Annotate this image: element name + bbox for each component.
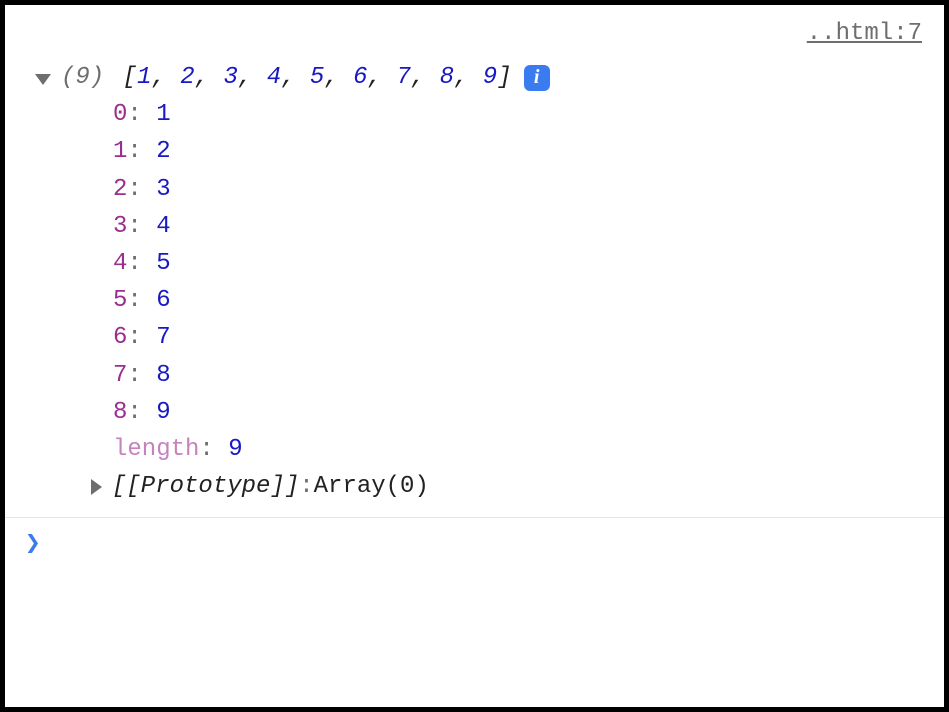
length-value: 9 <box>228 436 242 463</box>
chevron-right-icon: ❯ <box>25 529 41 559</box>
array-entry[interactable]: 4: 5 <box>113 245 924 282</box>
console-output: (9) [1, 2, 3, 4, 5, 6, 7, 8, 9] i 0: 1 1… <box>25 59 924 505</box>
entry-key: 4 <box>113 250 127 277</box>
entry-value: 7 <box>156 324 170 351</box>
source-link[interactable]: ..html:7 <box>807 15 922 52</box>
preview-value: 9 <box>483 64 497 91</box>
entry-value: 5 <box>156 250 170 277</box>
array-entries: 0: 1 1: 2 2: 3 3: 4 4: 5 5: 6 6: 7 7: 8 … <box>35 96 924 468</box>
entry-key: 7 <box>113 362 127 389</box>
array-entry[interactable]: 6: 7 <box>113 319 924 356</box>
prototype-row[interactable]: [[Prototype]]: Array(0) <box>35 468 924 505</box>
open-bracket: [ <box>123 64 137 91</box>
expand-icon[interactable] <box>91 479 102 495</box>
entry-key: 5 <box>113 287 127 314</box>
entry-key: 3 <box>113 213 127 240</box>
entry-value: 1 <box>156 101 170 128</box>
length-key: length <box>113 436 199 463</box>
array-entry[interactable]: 1: 2 <box>113 133 924 170</box>
array-entry[interactable]: 2: 3 <box>113 171 924 208</box>
array-length-entry[interactable]: length: 9 <box>113 431 924 468</box>
entry-value: 3 <box>156 176 170 203</box>
entry-value: 8 <box>156 362 170 389</box>
array-entry[interactable]: 0: 1 <box>113 96 924 133</box>
array-length-count: (9) <box>61 59 104 96</box>
preview-value: 1 <box>137 64 151 91</box>
entry-key: 6 <box>113 324 127 351</box>
preview-value: 7 <box>396 64 410 91</box>
prototype-value: Array(0) <box>314 468 429 505</box>
divider <box>5 517 944 518</box>
entry-key: 2 <box>113 176 127 203</box>
array-entry[interactable]: 3: 4 <box>113 208 924 245</box>
console-prompt[interactable]: ❯ <box>25 524 924 564</box>
entry-key: 8 <box>113 399 127 426</box>
array-summary-row[interactable]: (9) [1, 2, 3, 4, 5, 6, 7, 8, 9] i <box>35 59 924 96</box>
entry-key: 1 <box>113 138 127 165</box>
entry-key: 0 <box>113 101 127 128</box>
preview-value: 5 <box>310 64 324 91</box>
entry-value: 2 <box>156 138 170 165</box>
preview-value: 6 <box>353 64 367 91</box>
prototype-key: [[Prototype]] <box>112 468 299 505</box>
entry-value: 6 <box>156 287 170 314</box>
array-entry[interactable]: 7: 8 <box>113 357 924 394</box>
close-bracket: ] <box>497 64 511 91</box>
array-entry[interactable]: 8: 9 <box>113 394 924 431</box>
entry-value: 9 <box>156 399 170 426</box>
entry-value: 4 <box>156 213 170 240</box>
preview-value: 8 <box>440 64 454 91</box>
array-preview: [1, 2, 3, 4, 5, 6, 7, 8, 9] <box>123 59 512 96</box>
array-entry[interactable]: 5: 6 <box>113 282 924 319</box>
info-icon[interactable]: i <box>524 65 550 91</box>
collapse-icon[interactable] <box>35 74 51 85</box>
preview-value: 2 <box>180 64 194 91</box>
preview-value: 3 <box>223 64 237 91</box>
preview-value: 4 <box>267 64 281 91</box>
